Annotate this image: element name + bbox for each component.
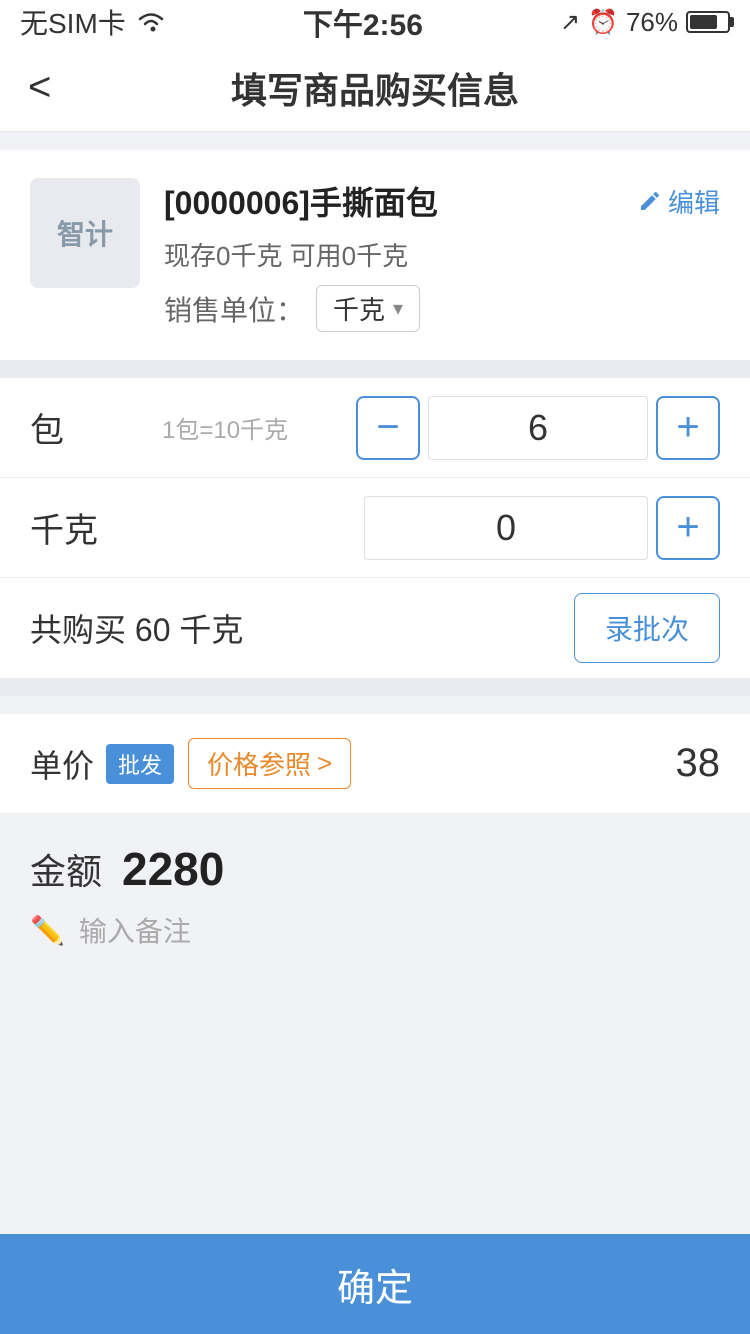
confirm-text: 确定 xyxy=(337,1257,413,1312)
bao-hint: 1包=10千克 xyxy=(162,410,356,445)
kg-input-row: 千克 + xyxy=(0,478,750,578)
remark-text: 输入备注 xyxy=(79,910,191,950)
product-info: [0000006]手撕面包 编辑 现存0千克 可用0千克 销售单位： 千克 ▾ xyxy=(164,178,720,332)
pencil-icon: ✏️ xyxy=(30,914,65,947)
nav-bar: < 填写商品购买信息 xyxy=(0,44,750,132)
total-row: 共购买 60 千克 录批次 xyxy=(0,578,750,678)
price-ref-button[interactable]: 价格参照 > xyxy=(188,738,351,789)
battery-fill xyxy=(690,15,717,29)
unit-select[interactable]: 千克 ▾ xyxy=(316,285,420,332)
status-indicators: ↗ ⏰ 76% xyxy=(560,7,730,38)
section-divider-1 xyxy=(0,360,750,378)
section-divider-2 xyxy=(0,678,750,696)
bao-minus-button[interactable]: − xyxy=(356,396,420,460)
product-unit-row: 销售单位： 千克 ▾ xyxy=(164,285,720,332)
kg-plus-button[interactable]: + xyxy=(656,496,720,560)
product-name: [0000006]手撕面包 xyxy=(164,178,438,224)
price-ref-arrow: > xyxy=(317,748,332,779)
bao-label: 包 xyxy=(30,403,150,452)
status-carrier: 无SIM卡 xyxy=(20,2,166,42)
price-section: 单价 批发 价格参照 > 38 xyxy=(0,714,750,814)
kg-label: 千克 xyxy=(30,503,150,552)
unit-value: 千克 xyxy=(333,290,385,327)
location-icon: ↗ xyxy=(560,8,580,37)
amount-label: 金额 xyxy=(30,843,102,895)
bao-input-row: 包 1包=10千克 − + xyxy=(0,378,750,478)
total-text: 共购买 60 千克 xyxy=(30,605,574,651)
amount-section: 金额 2280 ✏️ 输入备注 xyxy=(0,814,750,970)
confirm-bar[interactable]: 确定 xyxy=(0,1234,750,1334)
status-bar: 无SIM卡 下午2:56 ↗ ⏰ 76% xyxy=(0,0,750,44)
alarm-icon: ⏰ xyxy=(588,8,618,37)
unit-dropdown-icon: ▾ xyxy=(393,296,403,321)
amount-value: 2280 xyxy=(122,842,224,896)
price-value: 38 xyxy=(676,741,721,786)
remark-row[interactable]: ✏️ 输入备注 xyxy=(30,910,720,950)
product-thumb-text: 智计 xyxy=(57,213,113,253)
product-thumbnail: 智计 xyxy=(30,178,140,288)
price-tag: 批发 xyxy=(106,744,174,784)
amount-row: 金额 2280 xyxy=(30,842,720,896)
price-ref-label: 价格参照 xyxy=(207,745,311,782)
bao-number-control: − + xyxy=(356,396,720,460)
product-name-row: [0000006]手撕面包 编辑 xyxy=(164,178,720,224)
battery-text: 76% xyxy=(626,7,678,38)
price-row: 单价 批发 价格参照 > 38 xyxy=(0,714,750,814)
wifi-icon xyxy=(136,11,166,33)
edit-label: 编辑 xyxy=(668,183,720,220)
product-stock: 现存0千克 可用0千克 xyxy=(164,236,720,273)
kg-number-control: + xyxy=(356,496,720,560)
product-card: 智计 [0000006]手撕面包 编辑 现存0千克 可用0千克 销售单位： 千克… xyxy=(0,150,750,360)
edit-icon xyxy=(638,189,662,213)
record-batch-button[interactable]: 录批次 xyxy=(574,593,720,663)
unit-label: 销售单位： xyxy=(164,289,304,329)
bao-input[interactable] xyxy=(428,396,648,460)
page-title: 填写商品购买信息 xyxy=(231,62,519,114)
edit-button[interactable]: 编辑 xyxy=(638,183,720,220)
carrier-text: 无SIM卡 xyxy=(20,2,126,42)
status-time: 下午2:56 xyxy=(303,0,423,44)
input-section: 包 1包=10千克 − + 千克 + xyxy=(0,378,750,578)
price-label: 单价 xyxy=(30,741,94,787)
kg-input[interactable] xyxy=(364,496,648,560)
battery-icon xyxy=(686,11,730,33)
bao-plus-button[interactable]: + xyxy=(656,396,720,460)
back-button[interactable]: < xyxy=(28,65,51,110)
